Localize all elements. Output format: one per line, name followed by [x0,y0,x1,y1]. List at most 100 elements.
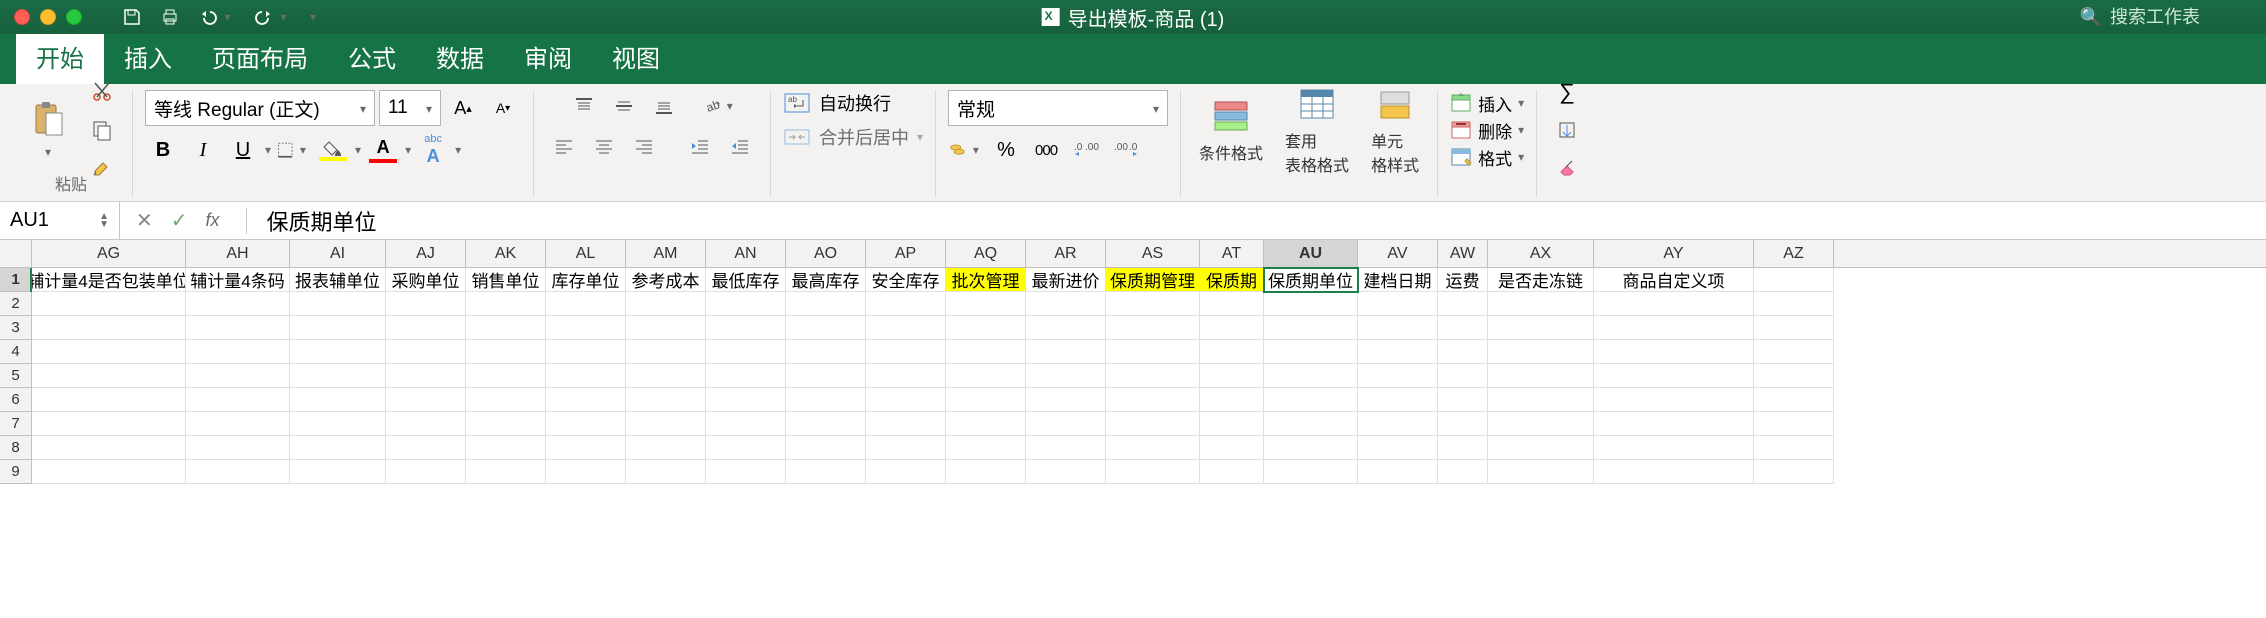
align-middle-button[interactable] [606,90,642,122]
cell-AV3[interactable] [1358,316,1438,340]
cell-AZ4[interactable] [1754,340,1834,364]
cell-AZ3[interactable] [1754,316,1834,340]
cell-AQ1[interactable]: 批次管理 [946,268,1026,292]
formula-input[interactable] [257,202,2266,239]
cell-AX6[interactable] [1488,388,1594,412]
copy-button[interactable] [84,114,120,146]
cell-AZ5[interactable] [1754,364,1834,388]
cell-AP1[interactable]: 安全库存 [866,268,946,292]
cell-AU2[interactable] [1264,292,1358,316]
orientation-button[interactable]: ab [702,90,738,122]
column-header-AM[interactable]: AM [626,240,706,267]
cell-AM8[interactable] [626,436,706,460]
cell-AQ6[interactable] [946,388,1026,412]
cell-AK4[interactable] [466,340,546,364]
decrease-decimal-button[interactable]: .00.0 [1108,134,1144,166]
format-cells-button[interactable]: 格式 [1450,145,1524,170]
fill-dropdown-icon[interactable] [355,141,361,159]
cell-AO5[interactable] [786,364,866,388]
wrap-text-button[interactable]: ab 自动换行 [783,90,891,116]
column-header-AI[interactable]: AI [290,240,386,267]
cell-AL9[interactable] [546,460,626,484]
cell-AO8[interactable] [786,436,866,460]
decrease-font-button[interactable]: A▾ [485,92,521,124]
cell-AU9[interactable] [1264,460,1358,484]
cell-AP6[interactable] [866,388,946,412]
clear-button[interactable] [1549,152,1585,184]
cell-AX2[interactable] [1488,292,1594,316]
cell-AG1[interactable]: 辅计量4是否包装单位 [32,268,186,292]
cell-AR1[interactable]: 最新进价 [1026,268,1106,292]
cell-AW5[interactable] [1438,364,1488,388]
cell-AG6[interactable] [32,388,186,412]
cell-AZ1[interactable] [1754,268,1834,292]
cell-AM1[interactable]: 参考成本 [626,268,706,292]
cell-AY3[interactable] [1594,316,1754,340]
tab-formulas[interactable]: 公式 [328,31,416,84]
align-center-button[interactable] [586,130,622,162]
delete-cells-button[interactable]: 删除 [1450,118,1524,143]
cell-AS1[interactable]: 保质期管理 [1106,268,1200,292]
cell-AR5[interactable] [1026,364,1106,388]
cell-AR6[interactable] [1026,388,1106,412]
cell-AU5[interactable] [1264,364,1358,388]
cell-AS2[interactable] [1106,292,1200,316]
column-header-AV[interactable]: AV [1358,240,1438,267]
cell-AU7[interactable] [1264,412,1358,436]
cell-AP8[interactable] [866,436,946,460]
cell-AG2[interactable] [32,292,186,316]
cell-AV5[interactable] [1358,364,1438,388]
cell-AQ7[interactable] [946,412,1026,436]
cell-AJ9[interactable] [386,460,466,484]
row-header-7[interactable]: 7 [0,412,32,436]
cell-AW9[interactable] [1438,460,1488,484]
cell-AS8[interactable] [1106,436,1200,460]
cell-AV9[interactable] [1358,460,1438,484]
cell-AU3[interactable] [1264,316,1358,340]
cell-AT4[interactable] [1200,340,1264,364]
underline-button[interactable]: U [225,134,261,166]
align-right-button[interactable] [626,130,662,162]
cell-AG5[interactable] [32,364,186,388]
cell-AW4[interactable] [1438,340,1488,364]
name-box[interactable]: AU1 ▲▼ [0,202,120,239]
column-header-AW[interactable]: AW [1438,240,1488,267]
cell-AW1[interactable]: 运费 [1438,268,1488,292]
cell-AW2[interactable] [1438,292,1488,316]
conditional-format-button[interactable]: 条件格式 [1193,92,1269,168]
cell-AQ4[interactable] [946,340,1026,364]
column-header-AR[interactable]: AR [1026,240,1106,267]
cell-AU1[interactable]: 保质期单位 [1264,268,1358,292]
cell-AK6[interactable] [466,388,546,412]
cell-AX5[interactable] [1488,364,1594,388]
fx-icon[interactable]: fx [206,210,220,231]
redo-dropdown-icon[interactable] [274,1,292,33]
cell-AJ3[interactable] [386,316,466,340]
font-family-select[interactable]: 等线 Regular (正文) [145,90,375,126]
format-painter-button[interactable] [84,152,120,184]
print-icon[interactable] [160,7,180,27]
cell-AK2[interactable] [466,292,546,316]
cell-AK5[interactable] [466,364,546,388]
cell-AK9[interactable] [466,460,546,484]
cell-AI5[interactable] [290,364,386,388]
column-header-AU[interactable]: AU [1264,240,1358,267]
tab-view[interactable]: 视图 [592,31,680,84]
cell-AG7[interactable] [32,412,186,436]
cell-AX1[interactable]: 是否走冻链 [1488,268,1594,292]
cell-AT2[interactable] [1200,292,1264,316]
fullscreen-window-button[interactable] [66,9,82,25]
fill-button[interactable] [1549,114,1585,146]
cell-AP7[interactable] [866,412,946,436]
format-as-table-button[interactable]: 套用 表格格式 [1279,80,1355,180]
cell-AV1[interactable]: 建档日期 [1358,268,1438,292]
cell-AM7[interactable] [626,412,706,436]
decrease-indent-button[interactable] [682,130,718,162]
cell-AS6[interactable] [1106,388,1200,412]
cell-AH4[interactable] [186,340,290,364]
cell-AX3[interactable] [1488,316,1594,340]
cell-AM5[interactable] [626,364,706,388]
cell-AV6[interactable] [1358,388,1438,412]
cell-AM6[interactable] [626,388,706,412]
cell-AQ5[interactable] [946,364,1026,388]
